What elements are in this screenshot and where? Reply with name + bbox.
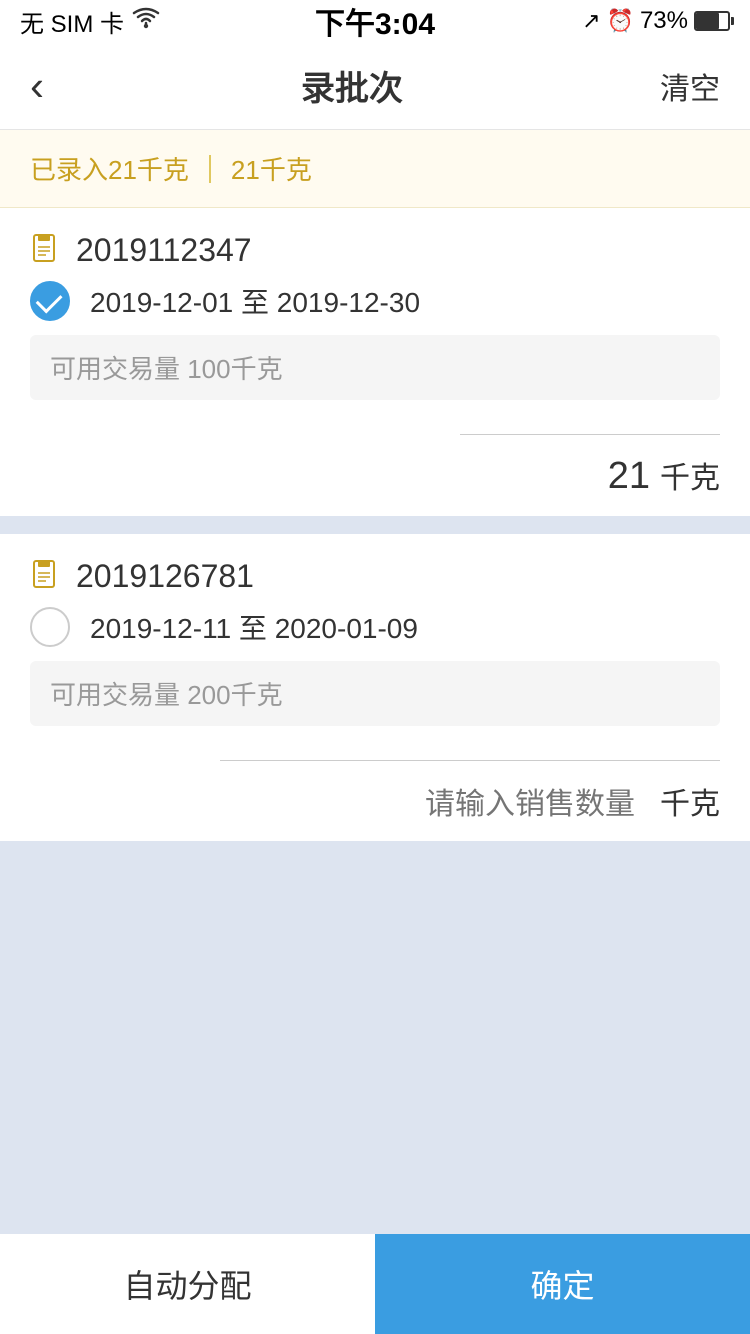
status-bar: 无 SIM 卡 下午3:04 ↗ ⏰ 73% [0, 0, 750, 42]
section-divider [0, 516, 750, 534]
batch1-date-range: 2019-12-01 至 2019-12-30 [90, 281, 420, 321]
batch1-amount: 21 [608, 455, 650, 498]
batch2-availability: 可用交易量 200千克 [30, 661, 720, 726]
batch2-input-row: 千克 [0, 761, 750, 841]
status-time: 下午3:04 [315, 0, 435, 43]
nav-bar: ‹ 录批次 清空 [0, 42, 750, 130]
batch2-card: 2019126781 2019-12-11 至 2020-01-09 可用交易量… [0, 534, 750, 841]
confirm-button[interactable]: 确定 [375, 1234, 750, 1334]
batch2-unit: 千克 [660, 779, 720, 823]
recorded-value: 21千克 [231, 150, 312, 187]
page-title: 录批次 [301, 61, 403, 110]
batch1-availability-text: 可用交易量 100千克 [50, 354, 283, 384]
batch2-header: 2019126781 [30, 558, 720, 595]
batch1-amount-row: 21 千克 [0, 435, 750, 516]
status-left: 无 SIM 卡 [20, 4, 160, 39]
recorded-label: 已录入21千克 [30, 150, 189, 187]
batch2-select-row: 2019-12-11 至 2020-01-09 [30, 607, 720, 647]
qty-input[interactable] [264, 788, 650, 822]
batch1-header: 2019112347 [30, 232, 720, 269]
auto-distribute-button[interactable]: 自动分配 [0, 1234, 375, 1334]
bottom-bar: 自动分配 确定 [0, 1234, 750, 1334]
batch1-availability: 可用交易量 100千克 [30, 335, 720, 400]
wifi-icon [132, 7, 160, 36]
battery-percent: 73% [640, 7, 688, 35]
info-banner: 已录入21千克 21千克 [0, 130, 750, 208]
batch1-number: 2019112347 [76, 232, 252, 269]
gray-area [0, 841, 750, 1281]
batch2-radio[interactable] [30, 607, 70, 647]
battery-icon [694, 11, 730, 31]
batch2-number: 2019126781 [76, 558, 254, 595]
batch2-date-range: 2019-12-11 至 2020-01-09 [90, 607, 418, 647]
location-icon: ↗ [582, 8, 600, 34]
alarm-icon: ⏰ [607, 8, 634, 34]
clear-button[interactable]: 清空 [660, 64, 720, 108]
batch1-card: 2019112347 2019-12-01 至 2019-12-30 可用交易量… [0, 208, 750, 516]
batch1-unit: 千克 [660, 453, 720, 497]
doc-icon-2 [30, 559, 66, 595]
batch2-availability-text: 可用交易量 200千克 [50, 680, 283, 710]
info-divider [209, 155, 211, 183]
no-sim-label: 无 SIM 卡 [20, 4, 124, 39]
batch1-select-row: 2019-12-01 至 2019-12-30 [30, 281, 720, 321]
doc-icon-1 [30, 233, 66, 269]
back-button[interactable]: ‹ [30, 62, 44, 110]
batch1-radio[interactable] [30, 281, 70, 321]
status-right: ↗ ⏰ 73% [582, 7, 730, 35]
